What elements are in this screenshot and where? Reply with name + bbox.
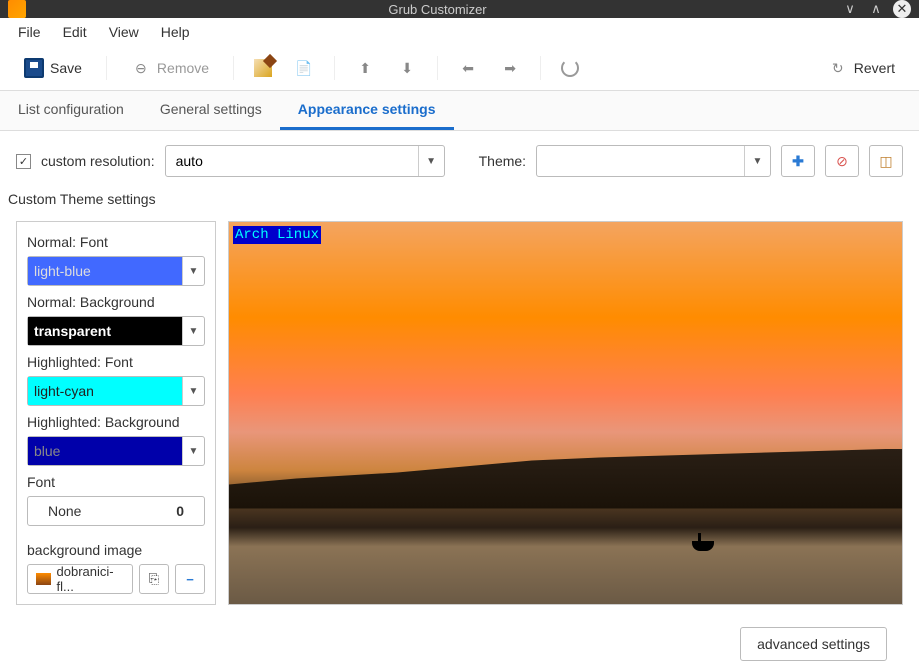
- copy-icon: ⎘: [149, 571, 159, 587]
- background-file-chooser[interactable]: dobranici-fl...: [27, 564, 133, 594]
- minimize-button[interactable]: ∨: [841, 0, 859, 18]
- preview-boot-entry: Arch Linux: [233, 226, 321, 244]
- refresh-button[interactable]: [555, 53, 585, 83]
- down-button[interactable]: ⬇: [391, 52, 423, 84]
- theme-add-button[interactable]: ✚: [781, 145, 815, 177]
- arrow-up-icon: ⬆: [355, 58, 375, 78]
- menu-help[interactable]: Help: [161, 24, 190, 40]
- plus-icon: ✚: [792, 153, 804, 170]
- right-button[interactable]: ➡: [494, 52, 526, 84]
- tab-general-settings[interactable]: General settings: [142, 91, 280, 130]
- custom-resolution-checkbox[interactable]: ✓: [16, 154, 31, 169]
- advanced-settings-button[interactable]: advanced settings: [740, 627, 887, 661]
- remove-bg-button[interactable]: −: [175, 564, 205, 594]
- resolution-input[interactable]: [166, 146, 418, 176]
- theme-value: [537, 146, 744, 176]
- save-button[interactable]: Save: [14, 52, 92, 84]
- theme-label: Theme:: [479, 153, 526, 169]
- highlighted-font-value: light-cyan: [28, 377, 182, 405]
- normal-font-label: Normal: Font: [27, 234, 205, 250]
- revert-button[interactable]: ↻ Revert: [818, 52, 905, 84]
- highlighted-font-dropdown[interactable]: light-cyan ▼: [27, 376, 205, 406]
- delete-icon: ⊘: [836, 153, 848, 170]
- font-size: 0: [176, 503, 184, 519]
- font-name: None: [48, 503, 81, 519]
- chevron-down-icon[interactable]: ▼: [744, 146, 770, 176]
- highlighted-bg-dropdown[interactable]: blue ▼: [27, 436, 205, 466]
- background-image-label: background image: [27, 542, 205, 558]
- remove-label: Remove: [157, 60, 209, 76]
- new-icon: 📄: [294, 58, 314, 78]
- close-button[interactable]: ✕: [893, 0, 911, 18]
- save-label: Save: [50, 60, 82, 76]
- chevron-down-icon[interactable]: ▼: [182, 257, 204, 285]
- save-icon: [24, 58, 44, 78]
- chevron-down-icon[interactable]: ▼: [182, 317, 204, 345]
- separator: [540, 56, 541, 80]
- theme-remove-button[interactable]: ⊘: [825, 145, 859, 177]
- up-button[interactable]: ⬆: [349, 52, 381, 84]
- highlighted-font-label: Highlighted: Font: [27, 354, 205, 370]
- background-thumb: [36, 573, 51, 585]
- revert-label: Revert: [854, 60, 895, 76]
- window-title: Grub Customizer: [34, 2, 841, 17]
- highlighted-bg-value: blue: [28, 437, 182, 465]
- copy-bg-button[interactable]: ⎘: [139, 564, 169, 594]
- tabs: List configuration General settings Appe…: [0, 91, 919, 131]
- normal-bg-dropdown[interactable]: transparent ▼: [27, 316, 205, 346]
- separator: [437, 56, 438, 80]
- remove-icon: ⊖: [131, 58, 151, 78]
- archive-icon: ◫: [879, 153, 892, 170]
- preview-landscape: [229, 449, 902, 509]
- new-button[interactable]: 📄: [288, 52, 320, 84]
- preview-boat: [692, 541, 714, 551]
- toolbar: Save ⊖ Remove 📄 ⬆ ⬇ ⬅ ➡ ↻ Revert: [0, 46, 919, 91]
- font-chooser[interactable]: None 0: [27, 496, 205, 526]
- menu-view[interactable]: View: [109, 24, 139, 40]
- arrow-left-icon: ⬅: [458, 58, 478, 78]
- theme-preview: Arch Linux: [228, 221, 903, 605]
- separator: [233, 56, 234, 80]
- refresh-icon: [561, 59, 579, 77]
- normal-font-dropdown[interactable]: light-blue ▼: [27, 256, 205, 286]
- revert-icon: ↻: [828, 58, 848, 78]
- arrow-right-icon: ➡: [500, 58, 520, 78]
- chevron-down-icon[interactable]: ▼: [182, 377, 204, 405]
- normal-bg-value: transparent: [28, 317, 182, 345]
- font-label: Font: [27, 474, 205, 490]
- theme-settings-panel: Normal: Font light-blue ▼ Normal: Backgr…: [16, 221, 216, 605]
- maximize-button[interactable]: ∧: [867, 0, 885, 18]
- menu-edit[interactable]: Edit: [63, 24, 87, 40]
- menubar: File Edit View Help: [0, 18, 919, 46]
- edit-button[interactable]: [248, 53, 278, 83]
- separator: [334, 56, 335, 80]
- separator: [106, 56, 107, 80]
- custom-resolution-label: custom resolution:: [41, 153, 155, 169]
- chevron-down-icon[interactable]: ▼: [418, 146, 444, 176]
- chevron-down-icon[interactable]: ▼: [182, 437, 204, 465]
- app-icon: [8, 0, 26, 18]
- normal-bg-label: Normal: Background: [27, 294, 205, 310]
- theme-combo[interactable]: ▼: [536, 145, 771, 177]
- edit-icon: [254, 59, 272, 77]
- custom-theme-settings-label: Custom Theme settings: [8, 191, 903, 207]
- menu-file[interactable]: File: [18, 24, 41, 40]
- highlighted-bg-label: Highlighted: Background: [27, 414, 205, 430]
- tab-list-configuration[interactable]: List configuration: [0, 91, 142, 130]
- tab-appearance-settings[interactable]: Appearance settings: [280, 91, 454, 130]
- left-button[interactable]: ⬅: [452, 52, 484, 84]
- remove-button[interactable]: ⊖ Remove: [121, 52, 219, 84]
- resolution-combo[interactable]: ▼: [165, 145, 445, 177]
- theme-archive-button[interactable]: ◫: [869, 145, 903, 177]
- minus-icon: −: [186, 572, 194, 587]
- normal-font-value: light-blue: [28, 257, 182, 285]
- background-filename: dobranici-fl...: [57, 564, 124, 594]
- arrow-down-icon: ⬇: [397, 58, 417, 78]
